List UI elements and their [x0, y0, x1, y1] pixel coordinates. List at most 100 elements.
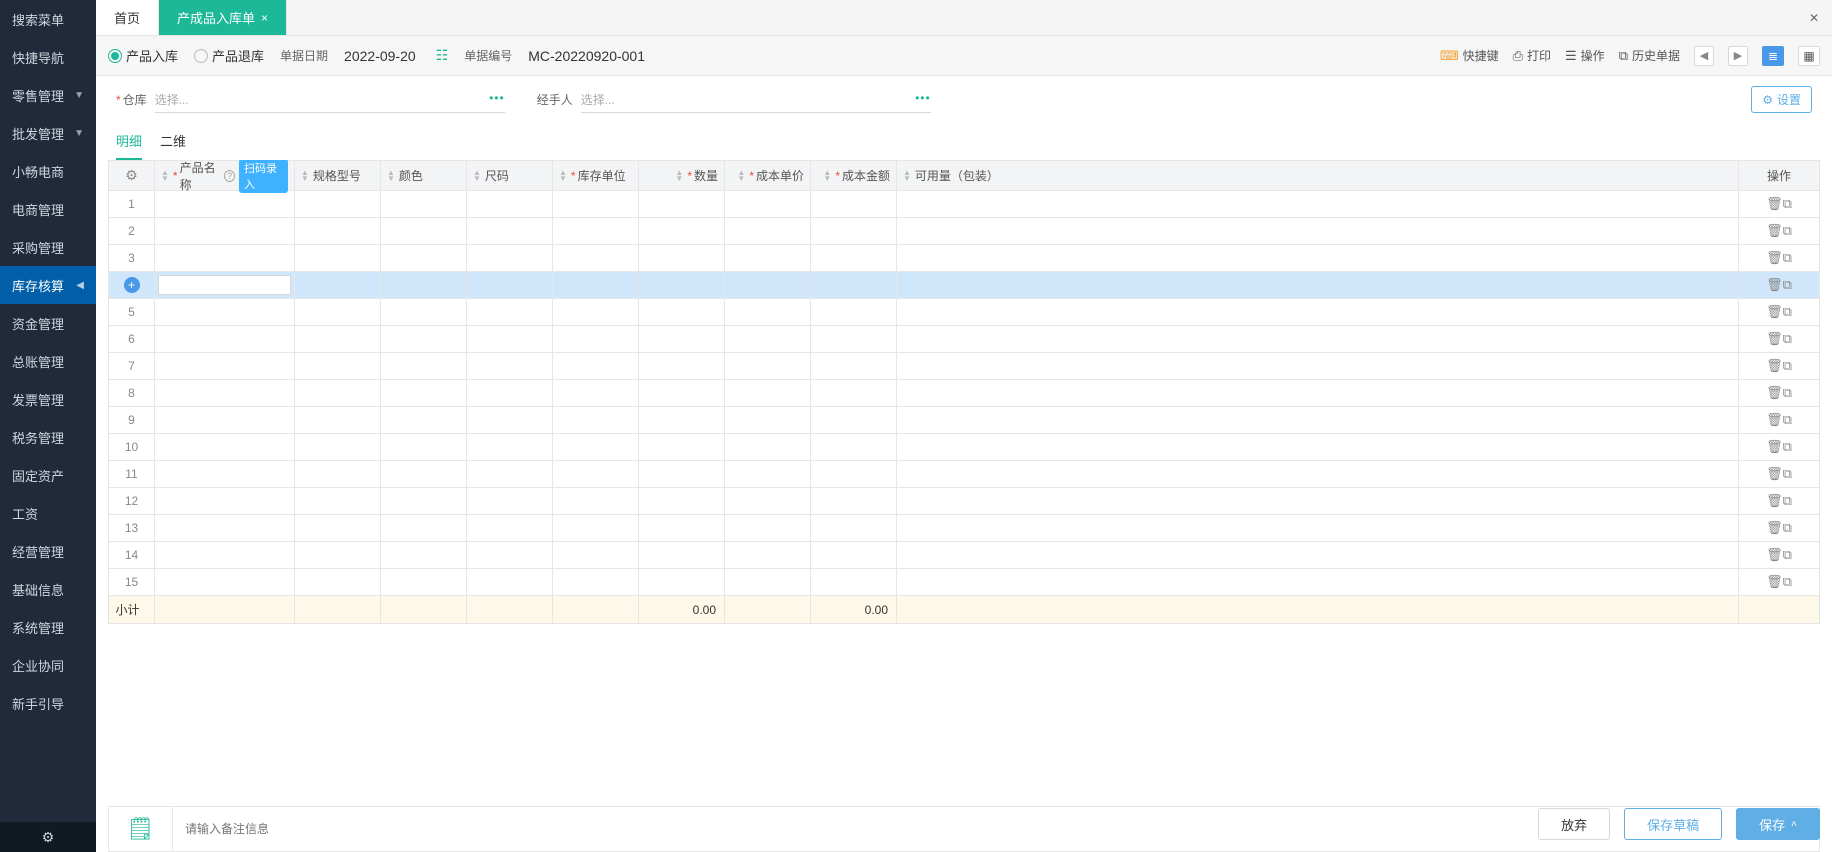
col-spec[interactable]: ▲▼规格型号: [295, 161, 381, 190]
delete-row-icon[interactable]: 🗑: [1766, 574, 1783, 590]
cell[interactable]: [467, 218, 553, 244]
cell[interactable]: [381, 272, 467, 298]
delete-row-icon[interactable]: 🗑: [1766, 223, 1783, 239]
cell[interactable]: [639, 569, 725, 595]
delete-row-icon[interactable]: 🗑: [1766, 547, 1783, 563]
cell[interactable]: [639, 434, 725, 460]
cell[interactable]: [295, 299, 381, 325]
copy-row-icon[interactable]: ⧉: [1783, 358, 1792, 374]
cell[interactable]: [639, 245, 725, 271]
delete-row-icon[interactable]: 🗑: [1766, 466, 1783, 482]
table-row[interactable]: 10🗑⧉: [109, 434, 1819, 461]
delete-row-icon[interactable]: 🗑: [1766, 520, 1783, 536]
cell[interactable]: [811, 515, 897, 541]
cell-product-name[interactable]: [155, 326, 295, 352]
next-doc-button[interactable]: ▶: [1728, 46, 1748, 66]
cell[interactable]: [897, 272, 1739, 298]
cell[interactable]: [467, 542, 553, 568]
view-grid-button[interactable]: ▦: [1798, 46, 1820, 66]
cell[interactable]: [467, 461, 553, 487]
table-row[interactable]: 13🗑⧉: [109, 515, 1819, 542]
copy-row-icon[interactable]: ⧉: [1783, 223, 1792, 239]
cell[interactable]: [467, 272, 553, 298]
discard-button[interactable]: 放弃: [1538, 808, 1610, 840]
cell[interactable]: [639, 407, 725, 433]
cell[interactable]: [467, 434, 553, 460]
scan-badge[interactable]: 扫码录入: [239, 160, 288, 193]
cell[interactable]: [639, 299, 725, 325]
cell[interactable]: [639, 515, 725, 541]
copy-row-icon[interactable]: ⧉: [1783, 412, 1792, 428]
table-row[interactable]: +🗑⧉: [109, 272, 1819, 299]
help-icon[interactable]: ?: [224, 170, 235, 182]
cell-product-name[interactable]: [155, 272, 295, 298]
tab-detail[interactable]: 明细: [116, 123, 142, 160]
table-row[interactable]: 3🗑⧉: [109, 245, 1819, 272]
cell[interactable]: [811, 542, 897, 568]
delete-row-icon[interactable]: 🗑: [1766, 250, 1783, 266]
cell[interactable]: [381, 407, 467, 433]
cell[interactable]: [639, 380, 725, 406]
copy-row-icon[interactable]: ⧉: [1783, 547, 1792, 563]
cell-product-name[interactable]: [155, 569, 295, 595]
cell[interactable]: [295, 569, 381, 595]
actions-link[interactable]: ☰操作: [1565, 47, 1605, 64]
table-row[interactable]: 15🗑⧉: [109, 569, 1819, 596]
copy-row-icon[interactable]: ⧉: [1783, 277, 1792, 293]
cell[interactable]: [553, 488, 639, 514]
sidebar-item-2[interactable]: 零售管理▼: [0, 76, 96, 114]
col-price[interactable]: ▲▼*成本单价: [725, 161, 811, 190]
cell-product-name[interactable]: [155, 245, 295, 271]
sidebar-item-11[interactable]: 税务管理: [0, 418, 96, 456]
cell-product-name[interactable]: [155, 353, 295, 379]
cell[interactable]: [553, 353, 639, 379]
close-all-icon[interactable]: ✕: [1796, 0, 1832, 35]
cell[interactable]: [639, 353, 725, 379]
cell[interactable]: [811, 569, 897, 595]
cell[interactable]: [381, 353, 467, 379]
cell[interactable]: [725, 326, 811, 352]
cell[interactable]: [295, 380, 381, 406]
doc-date-value[interactable]: 2022-09-20: [344, 48, 416, 64]
col-unit[interactable]: ▲▼*库存单位: [553, 161, 639, 190]
cell[interactable]: [467, 488, 553, 514]
cell[interactable]: [811, 326, 897, 352]
cell[interactable]: [897, 245, 1739, 271]
cell[interactable]: [725, 245, 811, 271]
table-row[interactable]: 11🗑⧉: [109, 461, 1819, 488]
cell[interactable]: [295, 353, 381, 379]
cell[interactable]: [897, 461, 1739, 487]
cell[interactable]: [811, 488, 897, 514]
cell[interactable]: [295, 407, 381, 433]
sidebar-item-5[interactable]: 电商管理: [0, 190, 96, 228]
copy-row-icon[interactable]: ⧉: [1783, 250, 1792, 266]
cell[interactable]: [897, 542, 1739, 568]
cell[interactable]: [553, 299, 639, 325]
cell-product-name[interactable]: [155, 407, 295, 433]
cell[interactable]: [811, 353, 897, 379]
cell[interactable]: [553, 326, 639, 352]
cell[interactable]: [897, 353, 1739, 379]
copy-row-icon[interactable]: ⧉: [1783, 196, 1792, 212]
cell[interactable]: [811, 380, 897, 406]
cell[interactable]: [639, 488, 725, 514]
cell[interactable]: [295, 218, 381, 244]
cell-product-name[interactable]: [155, 515, 295, 541]
cell[interactable]: [725, 380, 811, 406]
warehouse-select[interactable]: 选择...•••: [155, 87, 505, 113]
cell[interactable]: [467, 515, 553, 541]
copy-row-icon[interactable]: ⧉: [1783, 466, 1792, 482]
table-row[interactable]: 7🗑⧉: [109, 353, 1819, 380]
col-product-name[interactable]: ▲▼*产品名称?扫码录入: [155, 161, 295, 190]
page-tab-1[interactable]: 产成品入库单×: [159, 0, 287, 35]
copy-row-icon[interactable]: ⧉: [1783, 520, 1792, 536]
cell[interactable]: [639, 326, 725, 352]
cell[interactable]: [725, 488, 811, 514]
cell[interactable]: [811, 272, 897, 298]
cell[interactable]: [811, 461, 897, 487]
cell[interactable]: [295, 245, 381, 271]
cell[interactable]: [811, 299, 897, 325]
cell-product-name[interactable]: [155, 434, 295, 460]
delete-row-icon[interactable]: 🗑: [1766, 304, 1783, 320]
cell[interactable]: [381, 515, 467, 541]
